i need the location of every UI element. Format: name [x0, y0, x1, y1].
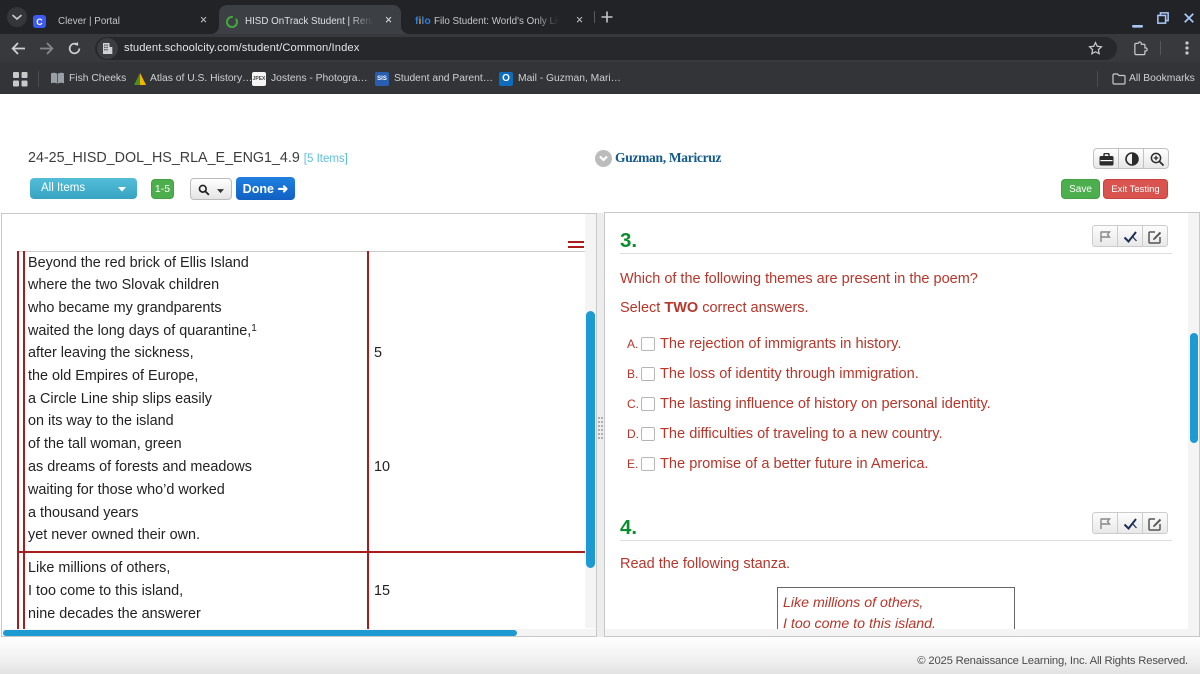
- svg-text:C: C: [36, 17, 43, 27]
